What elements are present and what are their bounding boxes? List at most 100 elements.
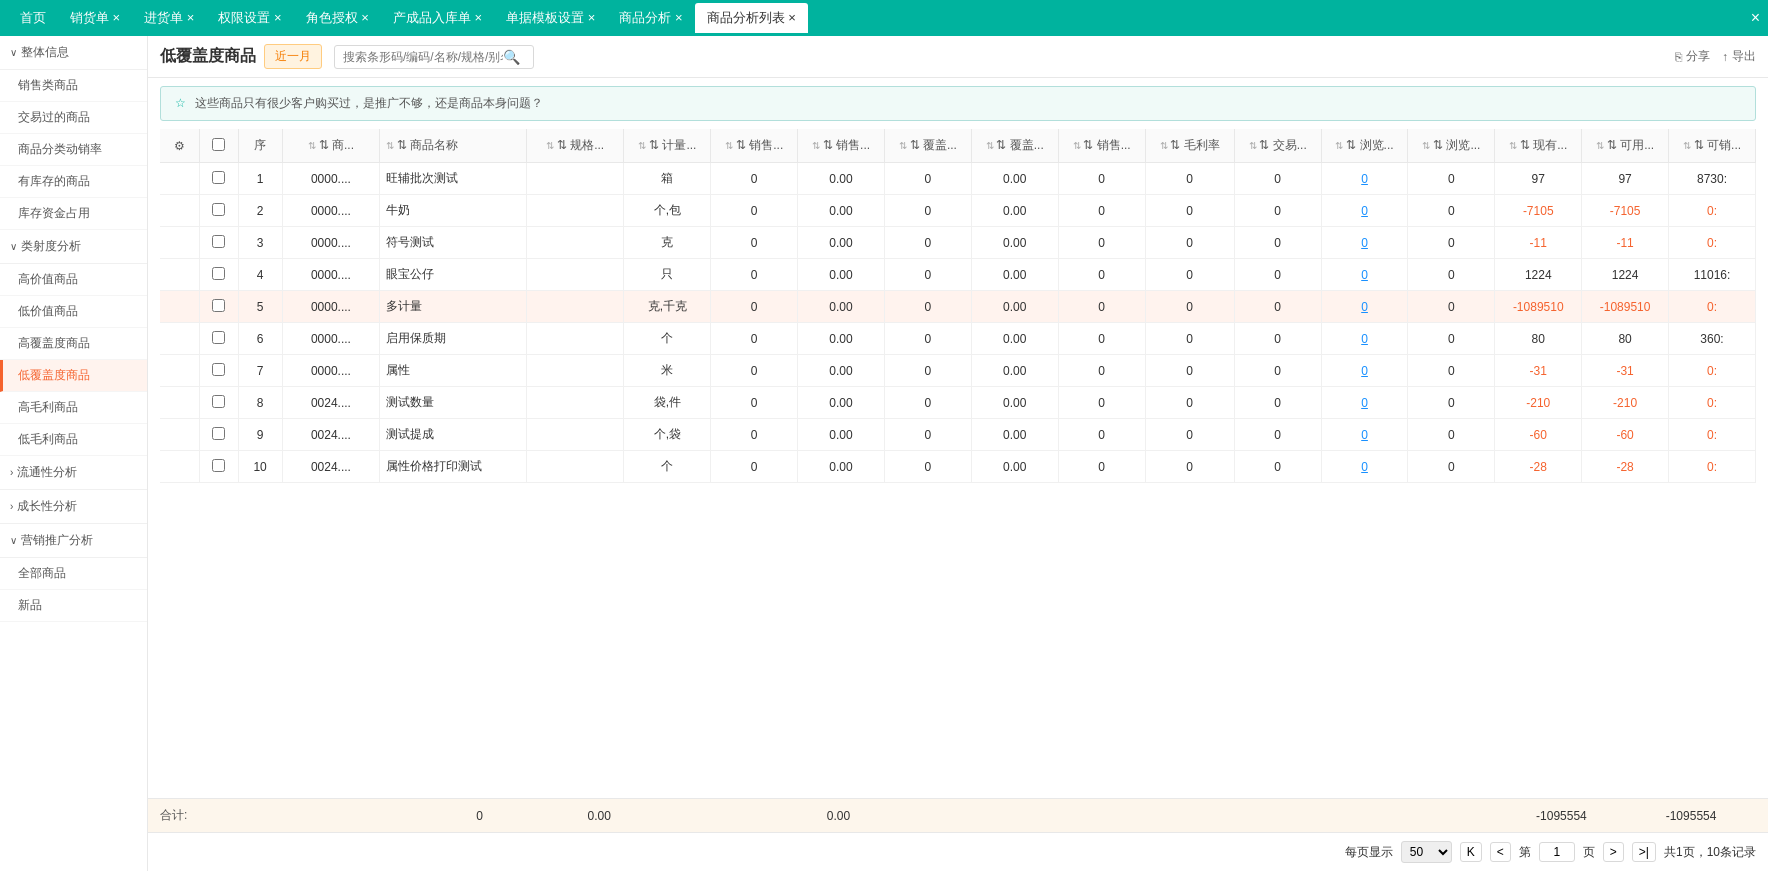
cell-check[interactable]	[199, 163, 238, 195]
row-checkbox[interactable]	[212, 171, 225, 184]
col-code[interactable]: ⇅ 商...	[282, 129, 380, 163]
search-icon[interactable]: 🔍	[503, 49, 520, 65]
table-header-row: ⚙ 序 ⇅ 商... ⇅ 商品名称 ⇅ 规格... ⇅ 计量... ⇅ 销售..…	[160, 129, 1756, 163]
page-prev-btn[interactable]: <	[1490, 842, 1511, 862]
cell-gross-rate: 0	[1145, 355, 1234, 387]
cell-check[interactable]	[199, 323, 238, 355]
col-sales-x[interactable]: ⇅ 销售...	[1058, 129, 1145, 163]
nav-permission[interactable]: 权限设置 ×	[206, 3, 293, 33]
sidebar-item-sales-goods[interactable]: 销售类商品	[0, 70, 147, 102]
share-button[interactable]: ⎘ 分享	[1675, 48, 1710, 65]
col-available[interactable]: ⇅ 可用...	[1582, 129, 1669, 163]
row-checkbox[interactable]	[212, 427, 225, 440]
cell-check[interactable]	[199, 419, 238, 451]
cell-browse1[interactable]: 0	[1321, 227, 1408, 259]
cell-check[interactable]	[199, 259, 238, 291]
nav-home[interactable]: 首页	[8, 3, 58, 33]
row-checkbox[interactable]	[212, 299, 225, 312]
cell-saleable: 0:	[1669, 387, 1756, 419]
col-cover1[interactable]: ⇅ 覆盖...	[884, 129, 971, 163]
cell-browse1[interactable]: 0	[1321, 291, 1408, 323]
col-gross-rate[interactable]: ⇅ 毛利率	[1145, 129, 1234, 163]
nav-sales[interactable]: 销货单 ×	[58, 3, 132, 33]
page-first-btn[interactable]: K	[1460, 842, 1482, 862]
cell-browse1[interactable]: 0	[1321, 259, 1408, 291]
cell-check[interactable]	[199, 227, 238, 259]
col-sales-amount[interactable]: ⇅ 销售...	[798, 129, 885, 163]
row-checkbox[interactable]	[212, 331, 225, 344]
page-word: 第	[1519, 844, 1531, 861]
col-unit[interactable]: ⇅ 计量...	[624, 129, 711, 163]
col-saleable[interactable]: ⇅ 可销...	[1669, 129, 1756, 163]
nav-analysis-list[interactable]: 商品分析列表 ×	[695, 3, 808, 33]
col-browse2[interactable]: ⇅ 浏览...	[1408, 129, 1495, 163]
sidebar-section-overall[interactable]: ∨ 整体信息	[0, 36, 147, 70]
cell-browse1[interactable]: 0	[1321, 355, 1408, 387]
nav-analysis[interactable]: 商品分析 ×	[607, 3, 694, 33]
sidebar-section-growth[interactable]: › 成长性分析	[0, 490, 147, 524]
col-cover2[interactable]: ⇅ 覆盖...	[971, 129, 1058, 163]
cell-browse1[interactable]: 0	[1321, 163, 1408, 195]
sidebar-item-low-value[interactable]: 低价值商品	[0, 296, 147, 328]
window-close-btn[interactable]: ×	[1751, 9, 1760, 27]
table-row: 3 0000.... 符号测试 克 0 0.00 0 0.00 0 0 0 0 …	[160, 227, 1756, 259]
col-trade[interactable]: ⇅ 交易...	[1234, 129, 1321, 163]
sidebar-item-stock-capital[interactable]: 库存资金占用	[0, 198, 147, 230]
sidebar-item-low-margin[interactable]: 低毛利商品	[0, 424, 147, 456]
sidebar-item-high-coverage[interactable]: 高覆盖度商品	[0, 328, 147, 360]
sidebar-item-low-coverage[interactable]: 低覆盖度商品	[0, 360, 147, 392]
cell-browse1[interactable]: 0	[1321, 387, 1408, 419]
cell-check[interactable]	[199, 291, 238, 323]
col-browse1[interactable]: ⇅ 浏览...	[1321, 129, 1408, 163]
page-last-btn[interactable]: >|	[1632, 842, 1656, 862]
cell-browse1[interactable]: 0	[1321, 195, 1408, 227]
cell-settings	[160, 195, 199, 227]
sidebar-item-stocked[interactable]: 有库存的商品	[0, 166, 147, 198]
col-settings[interactable]: ⚙	[160, 129, 199, 163]
cell-cover1: 0	[884, 163, 971, 195]
col-sales-count[interactable]: ⇅ 销售...	[711, 129, 798, 163]
cell-name: 测试数量	[380, 387, 527, 419]
row-checkbox[interactable]	[212, 203, 225, 216]
sidebar-item-new-goods[interactable]: 新品	[0, 590, 147, 622]
cell-saleable: 0:	[1669, 227, 1756, 259]
sidebar-section-coverage[interactable]: ∨ 类射度分析	[0, 230, 147, 264]
cell-browse1[interactable]: 0	[1321, 323, 1408, 355]
cell-check[interactable]	[199, 355, 238, 387]
time-filter-button[interactable]: 近一月	[264, 44, 322, 69]
sidebar-item-traded[interactable]: 交易过的商品	[0, 102, 147, 134]
page-next-btn[interactable]: >	[1603, 842, 1624, 862]
sidebar-item-high-margin[interactable]: 高毛利商品	[0, 392, 147, 424]
col-spec[interactable]: ⇅ 规格...	[526, 129, 624, 163]
cell-check[interactable]	[199, 451, 238, 483]
sidebar-item-category-rate[interactable]: 商品分类动销率	[0, 134, 147, 166]
sidebar-section-circulation[interactable]: › 流通性分析	[0, 456, 147, 490]
cell-check[interactable]	[199, 195, 238, 227]
cell-browse1[interactable]: 0	[1321, 419, 1408, 451]
col-current[interactable]: ⇅ 现有...	[1495, 129, 1582, 163]
nav-role[interactable]: 角色授权 ×	[294, 3, 381, 33]
col-name[interactable]: ⇅ 商品名称	[380, 129, 527, 163]
nav-product-inbound[interactable]: 产成品入库单 ×	[381, 3, 494, 33]
check-all-checkbox[interactable]	[212, 138, 225, 151]
cell-check[interactable]	[199, 387, 238, 419]
nav-purchase[interactable]: 进货单 ×	[132, 3, 206, 33]
sidebar-item-all-goods[interactable]: 全部商品	[0, 558, 147, 590]
page-size-select[interactable]: 50 20 100	[1401, 841, 1452, 863]
cell-trade: 0	[1234, 163, 1321, 195]
row-checkbox[interactable]	[212, 363, 225, 376]
row-checkbox[interactable]	[212, 395, 225, 408]
col-check-all[interactable]	[199, 129, 238, 163]
row-checkbox[interactable]	[212, 459, 225, 472]
sidebar-item-high-value[interactable]: 高价值商品	[0, 264, 147, 296]
page-number-input[interactable]	[1539, 842, 1575, 862]
sidebar-section-marketing[interactable]: ∨ 营销推广分析	[0, 524, 147, 558]
search-input[interactable]	[343, 50, 503, 64]
cell-browse1[interactable]: 0	[1321, 451, 1408, 483]
top-nav: 首页 销货单 × 进货单 × 权限设置 × 角色授权 × 产成品入库单 × 单据…	[0, 0, 1768, 36]
row-checkbox[interactable]	[212, 235, 225, 248]
row-checkbox[interactable]	[212, 267, 225, 280]
nav-template[interactable]: 单据模板设置 ×	[494, 3, 607, 33]
export-button[interactable]: ↑ 导出	[1722, 48, 1756, 65]
cell-no: 1	[238, 163, 282, 195]
